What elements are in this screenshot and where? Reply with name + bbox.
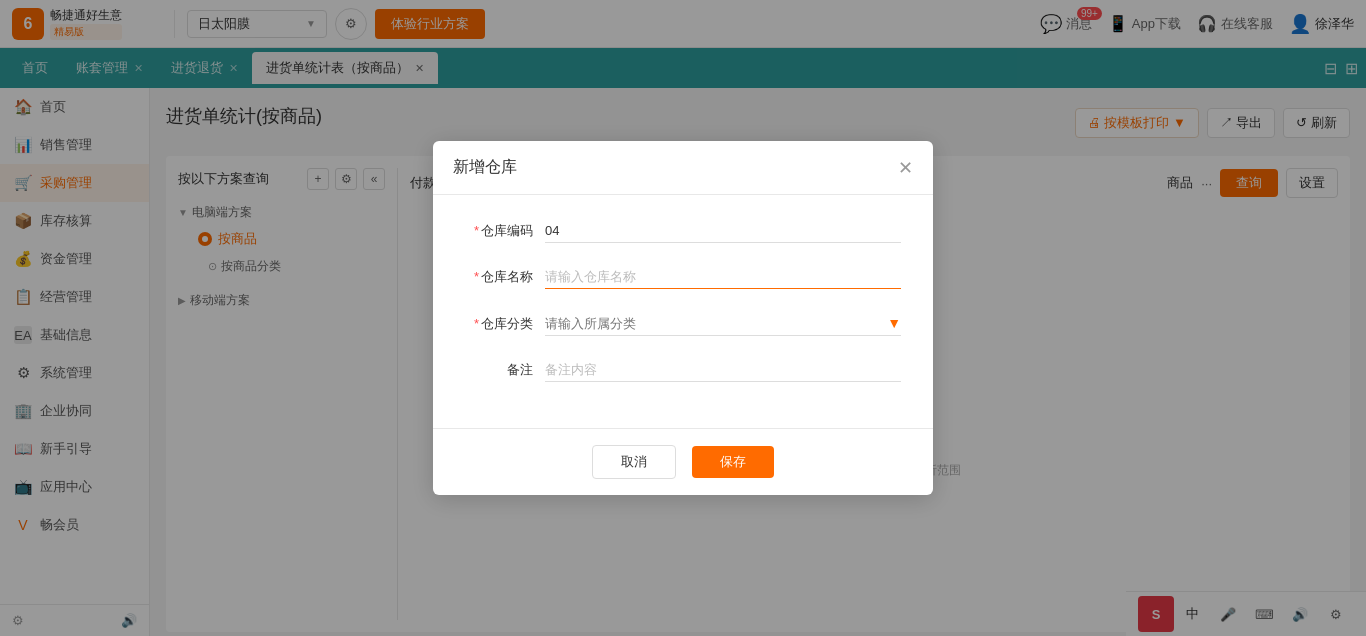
add-warehouse-modal: 新增仓库 ✕ 仓库编码 仓库名称 仓库分类 ▼ [433,141,933,495]
warehouse-code-label: 仓库编码 [465,222,545,240]
save-button[interactable]: 保存 [692,446,774,478]
warehouse-category-select[interactable]: ▼ [545,311,901,336]
modal-body: 仓库编码 仓库名称 仓库分类 ▼ 备注 [433,195,933,428]
modal-title: 新增仓库 [453,157,517,178]
dropdown-arrow-icon: ▼ [887,315,901,331]
warehouse-name-row: 仓库名称 [465,265,901,289]
warehouse-category-label: 仓库分类 [465,315,545,333]
modal-close-button[interactable]: ✕ [898,159,913,177]
warehouse-note-row: 备注 [465,358,901,382]
cancel-button[interactable]: 取消 [592,445,676,479]
warehouse-note-input[interactable] [545,358,901,382]
warehouse-category-row: 仓库分类 ▼ [465,311,901,336]
warehouse-code-row: 仓库编码 [465,219,901,243]
warehouse-name-label: 仓库名称 [465,268,545,286]
modal-overlay[interactable]: 新增仓库 ✕ 仓库编码 仓库名称 仓库分类 ▼ [0,0,1366,636]
modal-header: 新增仓库 ✕ [433,141,933,195]
warehouse-note-label: 备注 [465,361,545,379]
category-input[interactable] [545,316,887,331]
warehouse-code-input[interactable] [545,219,901,243]
warehouse-name-input[interactable] [545,265,901,289]
modal-footer: 取消 保存 [433,428,933,495]
